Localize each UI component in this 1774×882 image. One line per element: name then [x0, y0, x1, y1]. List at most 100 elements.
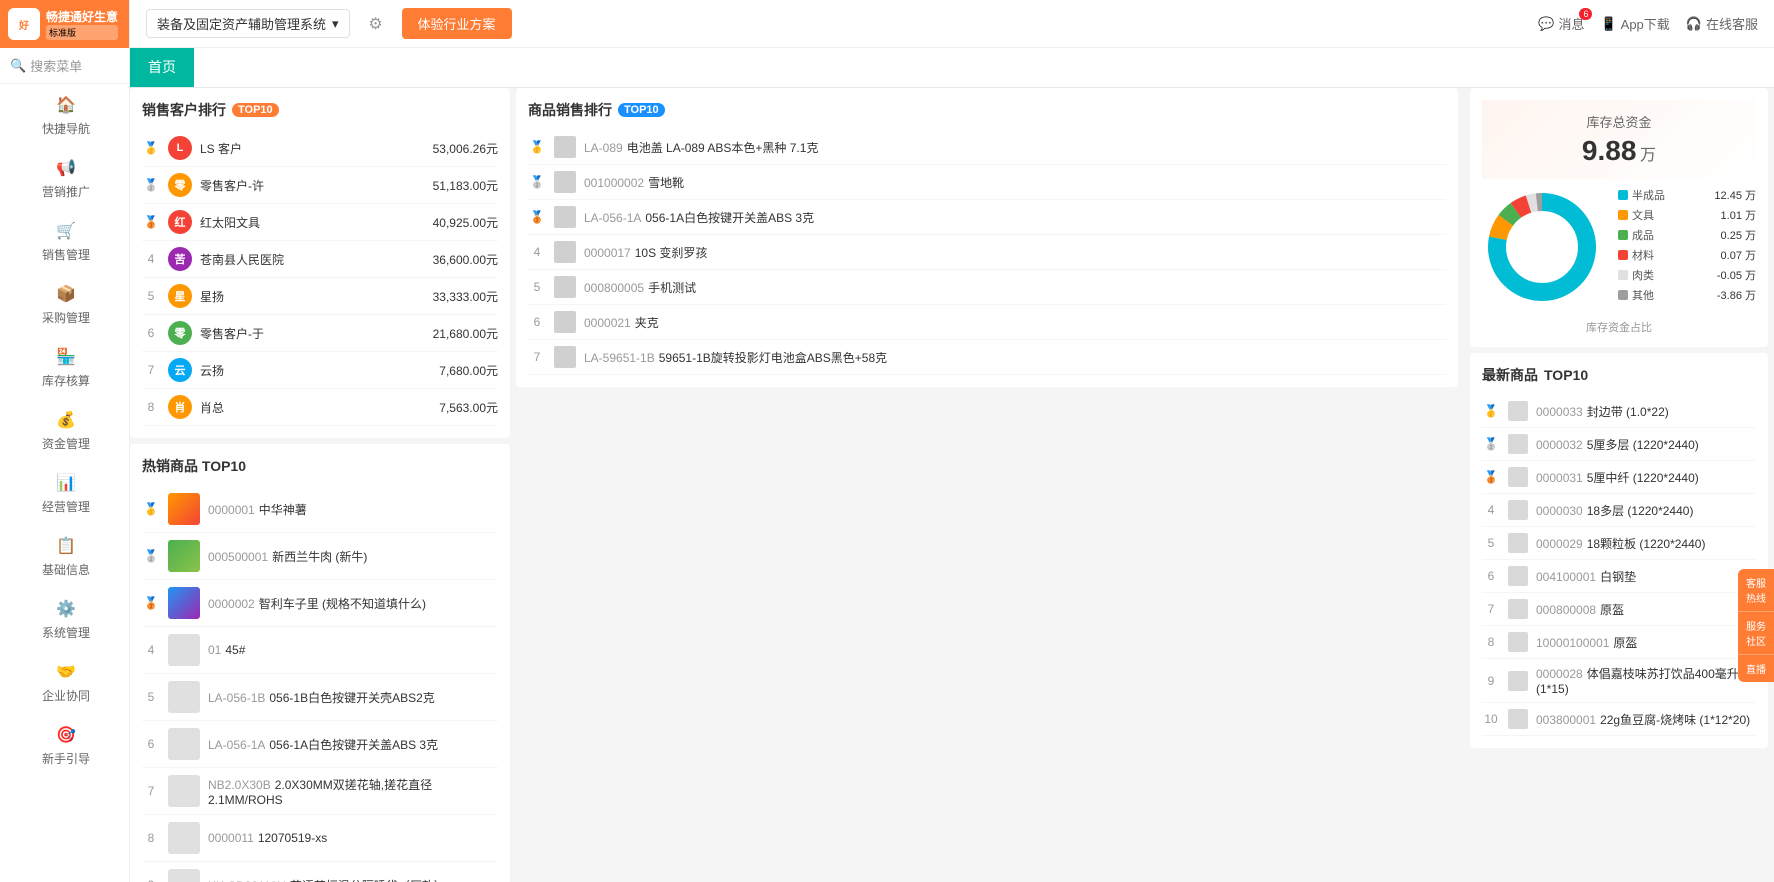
newest-item-9: 10 00380000122g鱼豆腐-烧烤味 (1*12*20) [1482, 703, 1756, 736]
newest-product-name: 000002918颗粒板 (1220*2440) [1536, 535, 1756, 552]
sidebar-item-2[interactable]: 🛒销售管理 [0, 210, 129, 273]
sales-rank-item-0: 🥇 L LS 客户 53,006.26元 [142, 130, 498, 167]
sidebar-item-10[interactable]: 🎯新手引导 [0, 714, 129, 777]
sidebar-item-4[interactable]: 🏪库存核算 [0, 336, 129, 399]
rank-number: 4 [142, 252, 160, 266]
float-customer-service[interactable]: 客服 热线 [1738, 569, 1774, 612]
hot-rank-number: 🥇 [142, 502, 160, 516]
product-rank-name: LA-59651-1B59651-1B旋转投影灯电池盒ABS黑色+58克 [584, 349, 1446, 366]
product-rank-number: 4 [528, 245, 546, 259]
newest-thumb-3 [1508, 500, 1528, 520]
newest-item-4: 5 000002918颗粒板 (1220*2440) [1482, 527, 1756, 560]
tab-home[interactable]: 首页 [130, 48, 194, 87]
sales-rank-item-6: 7 云 云扬 7,680.00元 [142, 352, 498, 389]
system-select[interactable]: 装备及固定资产辅助管理系统 ▾ [146, 9, 350, 38]
float-live[interactable]: 直播 [1738, 655, 1774, 682]
online-service-btn[interactable]: 🎧 在线客服 [1686, 14, 1758, 33]
rank-avatar: 零 [168, 321, 192, 345]
newest-product-name: 000800008原盔 [1536, 601, 1756, 618]
app-download-btn[interactable]: 📱 App下载 [1600, 14, 1669, 33]
rank-name: 肖总 [200, 399, 431, 416]
product-rank-name: LA-056-1A056-1A白色按键开关盖ABS 3克 [584, 209, 1446, 226]
sidebar-item-5[interactable]: 💰资金管理 [0, 399, 129, 462]
sales-rank-item-1: 🥈 零 零售客户-许 51,183.00元 [142, 167, 498, 204]
rank-name: 红太阳文具 [200, 214, 425, 231]
rank-number: 🥈 [142, 178, 160, 192]
search-menu[interactable]: 🔍 搜索菜单 [0, 48, 129, 84]
sidebar-item-0[interactable]: 🏠快捷导航 [0, 84, 129, 147]
product-rank-number: 5 [528, 280, 546, 294]
sidebar-item-7[interactable]: 📋基础信息 [0, 525, 129, 588]
legend-item: 其他 -3.86 万 [1618, 287, 1756, 303]
sales-rank-item-3: 4 苦 苍南县人民医院 36,600.00元 [142, 241, 498, 278]
hot-product-item-5: 6 LA-056-1A056-1A白色按键开关盖ABS 3克 [142, 721, 498, 768]
legend-dot [1618, 270, 1628, 280]
product-image-1 [168, 540, 200, 572]
sales-rank-item-5: 6 零 零售客户-于 21,680.00元 [142, 315, 498, 352]
sidebar-item-9[interactable]: 🤝企业协同 [0, 651, 129, 714]
sidebar-icon-7: 📋 [55, 535, 77, 557]
hot-rank-number: 6 [142, 737, 160, 751]
sales-rank-title: 销售客户排行 TOP10 [142, 100, 498, 120]
float-btn-group: 客服 热线 服务 社区 直播 [1738, 569, 1774, 682]
newest-item-3: 4 000003018多层 (1220*2440) [1482, 494, 1756, 527]
settings-icon[interactable]: ⚙ [362, 10, 390, 38]
trial-btn[interactable]: 体验行业方案 [402, 8, 512, 39]
rank-number: 6 [142, 326, 160, 340]
donut-chart [1482, 187, 1602, 307]
sidebar-icon-1: 📢 [55, 157, 77, 179]
newest-thumb-0 [1508, 401, 1528, 421]
product-rank-item-4: 5 000800005手机测试 [528, 270, 1446, 305]
hot-product-name: LA-056-1B056-1B白色按键开关壳ABS2克 [208, 689, 498, 706]
sidebar: 好 畅捷通好生意 标准版 🔍 搜索菜单 🏠快捷导航📢营销推广🛒销售管理📦采购管理… [0, 0, 130, 882]
sidebar-item-3[interactable]: 📦采购管理 [0, 273, 129, 336]
sales-rank-list: 🥇 L LS 客户 53,006.26元 🥈 零 零售客户-许 51,183.0… [142, 130, 498, 426]
rank-amount: 7,680.00元 [439, 362, 498, 379]
hot-product-item-0: 🥇 0000001中华神薯 [142, 486, 498, 533]
product-thumb-placeholder [554, 206, 576, 228]
hot-product-item-1: 🥈 000500001新西兰牛肉 (新牛) [142, 533, 498, 580]
stock-amount: 9.88 万 [1494, 135, 1744, 167]
hot-rank-number: 🥉 [142, 596, 160, 610]
product-placeholder-7 [168, 822, 200, 854]
newest-product-name: 004100001白钢垫 [1536, 568, 1756, 585]
product-thumb-placeholder [554, 241, 576, 263]
newest-thumb-6 [1508, 599, 1528, 619]
rank-amount: 36,600.00元 [433, 251, 498, 268]
rank-name: 零售客户-于 [200, 325, 425, 342]
sidebar-item-1[interactable]: 📢营销推广 [0, 147, 129, 210]
product-placeholder-8 [168, 869, 200, 882]
hot-products-list: 🥇 0000001中华神薯 🥈 000500001新西兰牛肉 (新牛) 🥉 00… [142, 486, 498, 882]
product-thumb-placeholder [554, 346, 576, 368]
product-rank-number: 7 [528, 350, 546, 364]
hot-rank-number: 9 [142, 878, 160, 882]
sidebar-icon-4: 🏪 [55, 346, 77, 368]
page-tabs: 首页 [130, 48, 1774, 88]
sidebar-item-8[interactable]: ⚙️系统管理 [0, 588, 129, 651]
newest-product-name: 0000028体倡嘉枝味苏打饮品400毫升 (1*15) [1536, 665, 1756, 696]
product-image-2 [168, 587, 200, 619]
legend-item: 半成品 12.45 万 [1618, 187, 1756, 203]
newest-thumb-5 [1508, 566, 1528, 586]
stock-total: 库存总资金 9.88 万 [1482, 100, 1756, 179]
product-rank-title: 商品销售排行 TOP10 [528, 100, 1446, 120]
sidebar-item-6[interactable]: 📊经营管理 [0, 462, 129, 525]
sidebar-icon-6: 📊 [55, 472, 77, 494]
product-placeholder-4 [168, 681, 200, 713]
legend-dot [1618, 290, 1628, 300]
hot-product-name: KK-SD22110H花语萌恒温分隔睡袋（厚款） [208, 877, 498, 882]
product-placeholder-6 [168, 775, 200, 807]
product-rank-list: 🥇 LA-089电池盖 LA-089 ABS本色+黑种 7.1克 🥈 00100… [528, 130, 1446, 375]
float-community[interactable]: 服务 社区 [1738, 612, 1774, 655]
newest-item-0: 🥇 0000033封边带 (1.0*22) [1482, 395, 1756, 428]
hot-product-name: LA-056-1A056-1A白色按键开关盖ABS 3克 [208, 736, 498, 753]
product-rank-item-0: 🥇 LA-089电池盖 LA-089 ABS本色+黑种 7.1克 [528, 130, 1446, 165]
product-rank-number: 🥈 [528, 175, 546, 189]
product-rank-number: 🥇 [528, 140, 546, 154]
sales-rank-item-7: 8 肖 肖总 7,563.00元 [142, 389, 498, 426]
rank-avatar: 零 [168, 173, 192, 197]
product-rank-item-6: 7 LA-59651-1B59651-1B旋转投影灯电池盒ABS黑色+58克 [528, 340, 1446, 375]
donut-svg [1482, 187, 1602, 307]
messages-btn[interactable]: 💬 消息 6 [1538, 14, 1584, 33]
newest-product-name: 00380000122g鱼豆腐-烧烤味 (1*12*20) [1536, 711, 1756, 728]
